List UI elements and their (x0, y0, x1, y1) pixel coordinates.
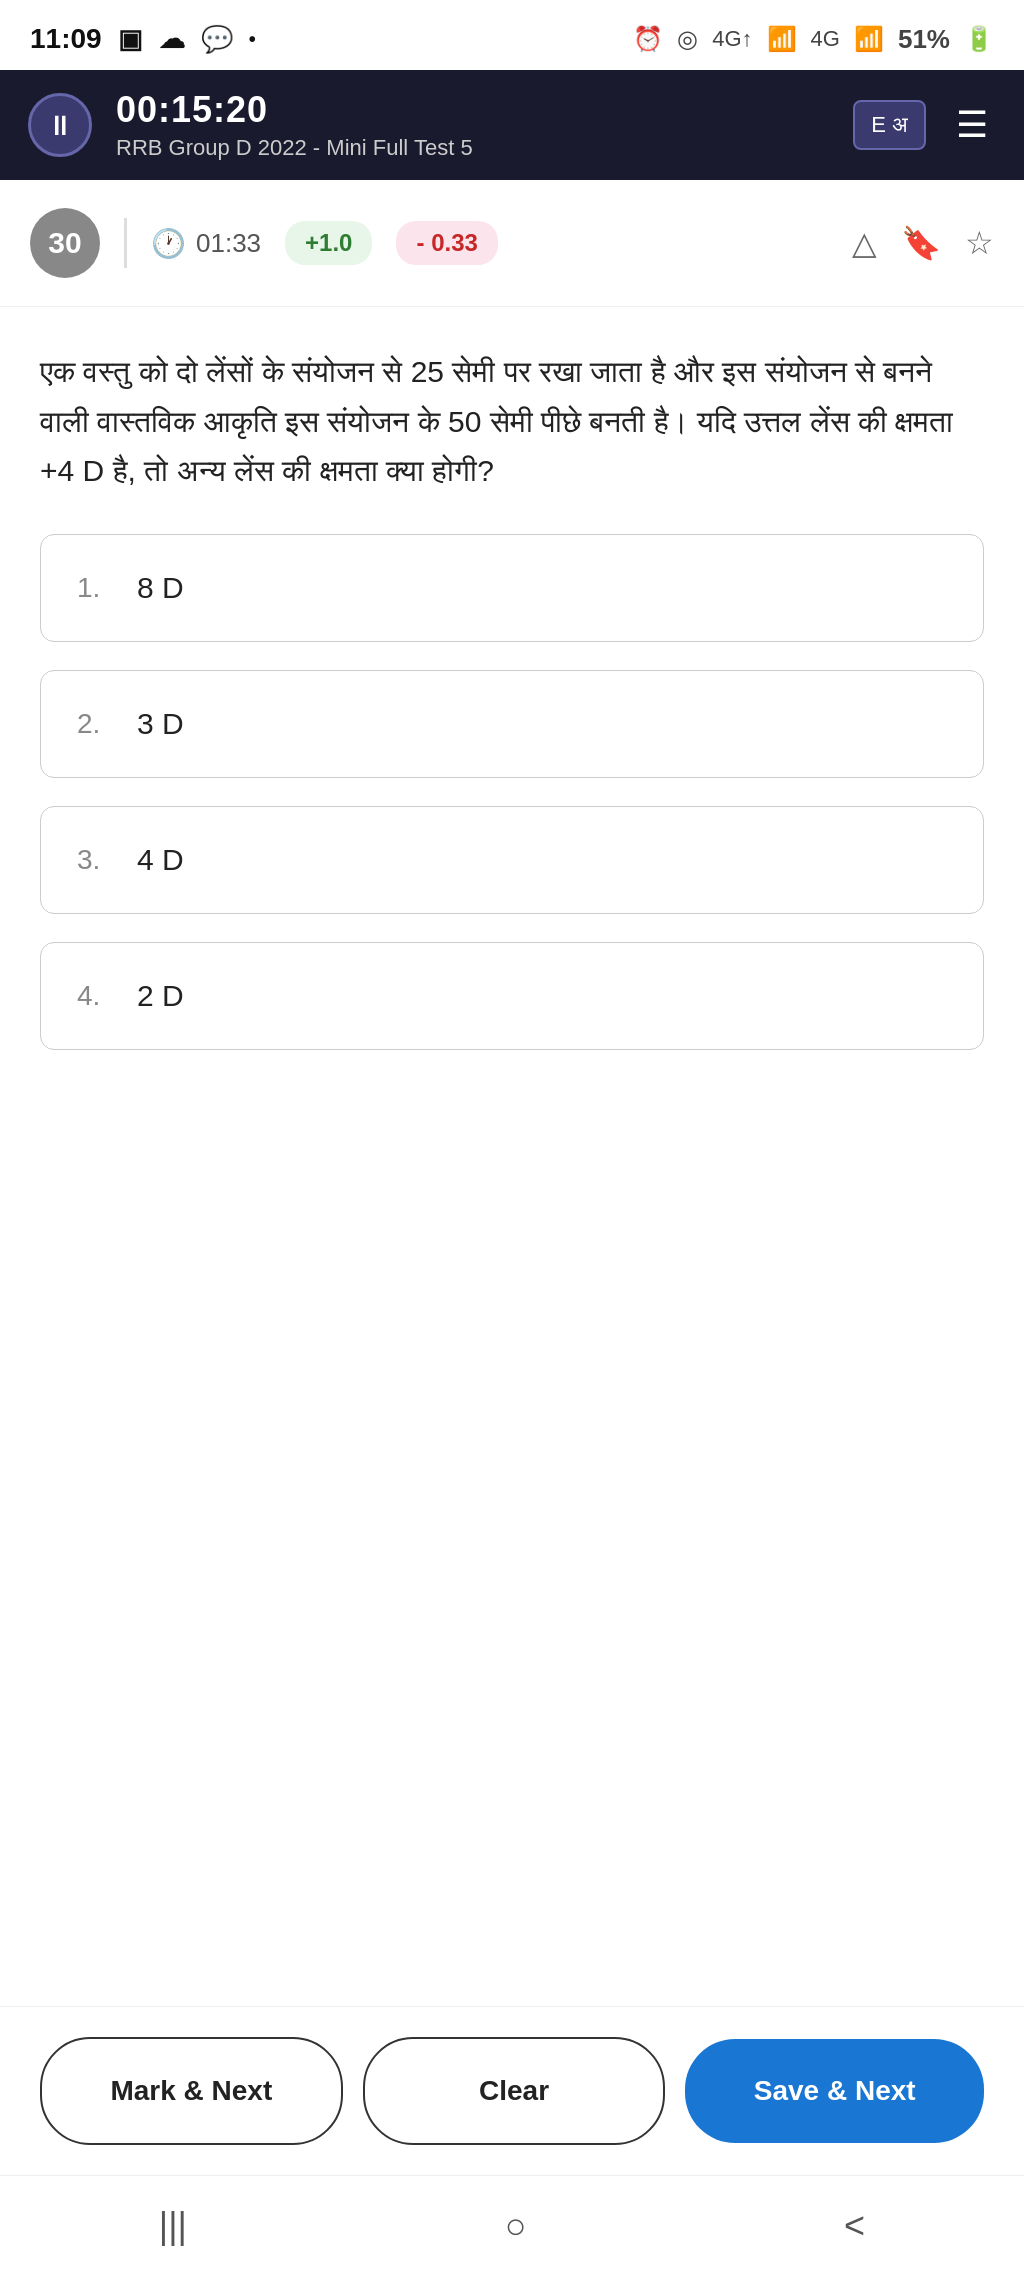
exam-title: RRB Group D 2022 - Mini Full Test 5 (116, 135, 829, 161)
status-cloud-icon: ☁ (159, 24, 185, 55)
wifi-icon: ◎ (677, 25, 698, 53)
menu-button[interactable]: ☰ (948, 100, 996, 150)
bookmark-icon[interactable]: 🔖 (901, 224, 941, 262)
status-recording-icon: ▣ (118, 24, 143, 55)
save-and-next-button[interactable]: Save & Next (685, 2039, 984, 2143)
status-time: 11:09 (30, 23, 102, 55)
pause-icon: ⏸ (46, 109, 74, 142)
clear-button[interactable]: Clear (363, 2037, 666, 2145)
option-3[interactable]: 3. 4 D (40, 806, 984, 914)
options-list: 1. 8 D 2. 3 D 3. 4 D 4. 2 D (0, 524, 1024, 1050)
question-timer-value: 01:33 (196, 228, 261, 259)
system-nav-bar: ||| ○ < (0, 2175, 1024, 2275)
language-label: E अ (871, 112, 908, 138)
question-text: एक वस्तु को दो लेंसों के संयोजन से 25 से… (40, 347, 984, 496)
nav-back-icon[interactable]: < (804, 2195, 905, 2257)
option-2-text: 3 D (137, 707, 184, 741)
negative-marks-badge: - 0.33 (396, 221, 497, 265)
header-right-actions: E अ ☰ (853, 100, 996, 150)
option-3-number: 3. (77, 844, 113, 876)
option-4[interactable]: 4. 2 D (40, 942, 984, 1050)
option-4-text: 2 D (137, 979, 184, 1013)
mark-and-next-button[interactable]: Mark & Next (40, 2037, 343, 2145)
option-1-text: 8 D (137, 571, 184, 605)
signal-bar2-icon: 📶 (854, 25, 884, 53)
pause-button[interactable]: ⏸ (28, 93, 92, 157)
alert-icon[interactable]: △ (852, 224, 877, 262)
header-info: 00:15:20 RRB Group D 2022 - Mini Full Te… (116, 89, 829, 161)
question-timer: 🕐 01:33 (151, 227, 261, 260)
battery-icon: 🔋 (964, 25, 994, 53)
clock-icon: 🕐 (151, 227, 186, 260)
option-1-number: 1. (77, 572, 113, 604)
question-number-badge: 30 (30, 208, 100, 278)
exam-timer: 00:15:20 (116, 89, 829, 131)
nav-home-icon[interactable]: ○ (465, 2195, 567, 2257)
language-toggle-button[interactable]: E अ (853, 100, 926, 150)
divider (124, 218, 127, 268)
option-2-number: 2. (77, 708, 113, 740)
alarm-icon: ⏰ (633, 25, 663, 53)
question-meta-bar: 30 🕐 01:33 +1.0 - 0.33 △ 🔖 ☆ (0, 180, 1024, 307)
star-icon[interactable]: ☆ (965, 224, 994, 262)
action-buttons-bar: Mark & Next Clear Save & Next (0, 2006, 1024, 2175)
content-spacer (0, 1078, 1024, 1478)
signal-lte2-icon: 4G (811, 26, 840, 52)
status-dot: • (249, 28, 256, 51)
question-content: एक वस्तु को दो लेंसों के संयोजन से 25 से… (0, 307, 1024, 524)
option-1[interactable]: 1. 8 D (40, 534, 984, 642)
option-3-text: 4 D (137, 843, 184, 877)
exam-header: ⏸ 00:15:20 RRB Group D 2022 - Mini Full … (0, 70, 1024, 180)
option-4-number: 4. (77, 980, 113, 1012)
question-action-icons: △ 🔖 ☆ (852, 224, 994, 262)
battery-indicator: 51% (898, 24, 950, 55)
status-right-icons: ⏰ ◎ 4G↑ 📶 4G 📶 51% 🔋 (633, 24, 994, 55)
signal-bar1-icon: 📶 (767, 25, 797, 53)
positive-marks-badge: +1.0 (285, 221, 372, 265)
status-message-icon: 💬 (201, 24, 233, 55)
option-2[interactable]: 2. 3 D (40, 670, 984, 778)
status-bar: 11:09 ▣ ☁ 💬 • ⏰ ◎ 4G↑ 📶 4G 📶 51% 🔋 (0, 0, 1024, 70)
nav-recent-icon[interactable]: ||| (119, 2195, 227, 2257)
signal-lte1-icon: 4G↑ (712, 26, 752, 52)
